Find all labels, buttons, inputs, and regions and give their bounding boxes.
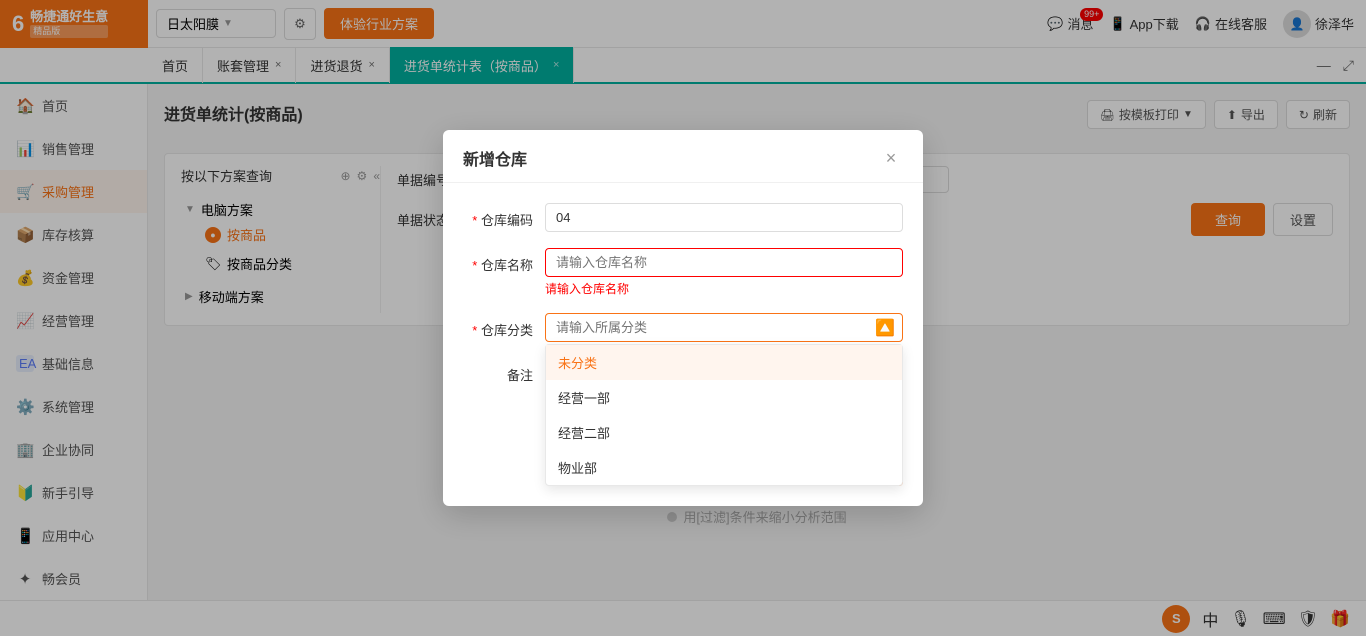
dropdown-item-uncategorized[interactable]: 未分类: [546, 345, 902, 380]
name-required-mark: *: [472, 258, 477, 273]
category-label: * 仓库分类: [463, 313, 533, 339]
modal-close-icon[interactable]: ×: [879, 146, 903, 170]
category-toggle-icon[interactable]: 🔼: [875, 318, 895, 338]
modal-title: 新增仓库: [463, 146, 527, 170]
form-row-category: * 仓库分类 🔼 未分类 经营一部 经营二部 物业部: [463, 313, 903, 342]
name-label: * 仓库名称: [463, 248, 533, 274]
category-required-mark: *: [472, 323, 477, 338]
warehouse-name-input[interactable]: [545, 248, 903, 277]
modal-body: * 仓库编码 * 仓库名称 请输入仓库名称: [443, 183, 923, 421]
dropdown-item-property[interactable]: 物业部: [546, 450, 902, 485]
category-dropdown: 未分类 经营一部 经营二部 物业部: [545, 344, 903, 486]
code-required-mark: *: [472, 213, 477, 228]
name-error-message: 请输入仓库名称: [545, 280, 903, 297]
category-input-wrap: 🔼: [545, 313, 903, 342]
modal-header: 新增仓库 ×: [443, 130, 923, 183]
modal-overlay: 新增仓库 × * 仓库编码 * 仓库名称: [0, 0, 1366, 636]
category-field: 🔼 未分类 经营一部 经营二部 物业部: [545, 313, 903, 342]
code-label: * 仓库编码: [463, 203, 533, 229]
form-row-name: * 仓库名称 请输入仓库名称: [463, 248, 903, 297]
code-field: [545, 203, 903, 232]
dropdown-item-dept2[interactable]: 经营二部: [546, 415, 902, 450]
category-input[interactable]: [545, 313, 903, 342]
note-label: 备注: [463, 358, 533, 384]
name-field: 请输入仓库名称: [545, 248, 903, 297]
dropdown-item-dept1[interactable]: 经营一部: [546, 380, 902, 415]
modal-new-warehouse: 新增仓库 × * 仓库编码 * 仓库名称: [443, 130, 923, 506]
warehouse-code-input[interactable]: [545, 203, 903, 232]
form-row-code: * 仓库编码: [463, 203, 903, 232]
